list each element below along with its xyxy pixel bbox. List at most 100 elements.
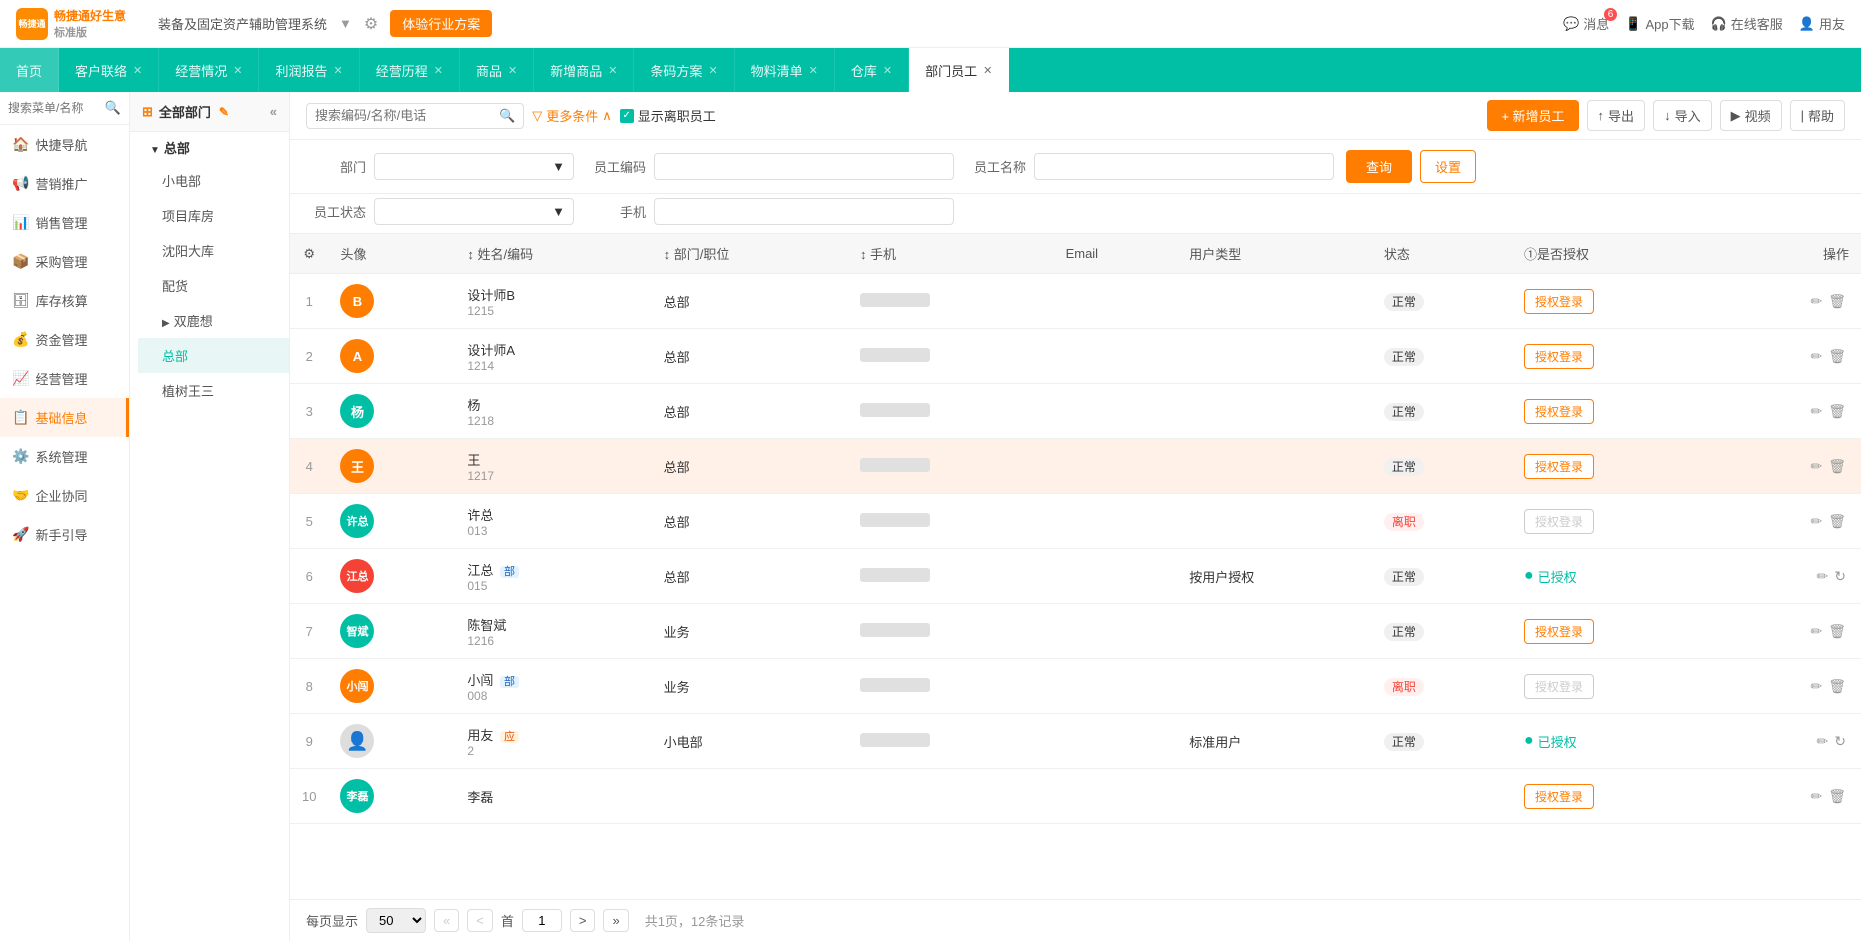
per-page-select[interactable]: 50 100 — [366, 908, 426, 933]
delete-icon[interactable]: 🗑 — [1828, 788, 1846, 804]
sidebar-item-inventory[interactable]: 🗄 库存核算 — [0, 281, 129, 320]
message-btn[interactable]: 💬 消息 6 — [1563, 14, 1609, 33]
dept-item-hq[interactable]: 总部 — [138, 338, 289, 373]
page-input[interactable] — [522, 909, 562, 932]
edit-icon[interactable]: ✏ — [1810, 623, 1822, 639]
reset-btn[interactable]: 设置 — [1420, 150, 1476, 183]
nav-item-journey[interactable]: 经营历程✕ — [360, 48, 460, 92]
delete-icon[interactable]: 🗑 — [1828, 403, 1846, 419]
show-resigned-toggle[interactable]: ✓ 显示离职员工 — [620, 106, 716, 125]
row-phone — [848, 549, 1054, 604]
edit-icon[interactable]: ✏ — [1810, 458, 1822, 474]
trial-btn[interactable]: 体验行业方案 — [390, 10, 492, 37]
sidebar-item-purchase[interactable]: 📦 采购管理 — [0, 242, 129, 281]
auth-btn[interactable]: 授权登录 — [1524, 454, 1594, 479]
emp-name-input[interactable] — [1034, 153, 1334, 180]
edit-icon[interactable]: ✏ — [1817, 568, 1829, 584]
delete-icon[interactable]: 🗑 — [1828, 513, 1846, 529]
sidebar-item-nav[interactable]: 🏠 快捷导航 — [0, 125, 129, 164]
sidebar-search-input[interactable] — [8, 101, 101, 115]
edit-icon[interactable]: ✏ — [1810, 788, 1822, 804]
nav-item-warehouse[interactable]: 仓库✕ — [835, 48, 909, 92]
sidebar-item-collab[interactable]: 🤝 企业协同 — [0, 476, 129, 515]
row-ops: ✏↻ — [1718, 549, 1861, 604]
nav-item-barcode[interactable]: 条码方案✕ — [634, 48, 734, 92]
app-download-btn[interactable]: 📱 App下载 — [1625, 14, 1694, 33]
user-btn[interactable]: 👤 用友 — [1799, 14, 1845, 33]
auth-btn[interactable]: 授权登录 — [1524, 674, 1594, 699]
dept-item-small-elec[interactable]: 小电部 — [138, 163, 289, 198]
first-page-btn[interactable]: « — [434, 909, 459, 932]
sidebar-item-system[interactable]: ⚙️ 系统管理 — [0, 437, 129, 476]
edit-icon[interactable]: ✏ — [1810, 513, 1822, 529]
col-phone[interactable]: ↕ 手机 — [848, 234, 1054, 274]
delete-icon[interactable]: 🗑 — [1828, 348, 1846, 364]
row-user-type — [1177, 494, 1372, 549]
delete-icon[interactable]: 🗑 — [1828, 458, 1846, 474]
col-dept[interactable]: ↕ 部门/职位 — [652, 234, 848, 274]
nav-item-home[interactable]: 首页 — [0, 48, 59, 92]
avatar: A — [340, 339, 374, 373]
delete-icon[interactable]: 🗑 — [1828, 623, 1846, 639]
more-filter-btn[interactable]: ▽ 更多条件 ∧ — [532, 106, 612, 125]
search-input[interactable] — [315, 108, 495, 123]
edit-icon[interactable]: ✏ — [1810, 293, 1822, 309]
search-icon[interactable]: 🔍 — [499, 108, 515, 124]
next-page-btn[interactable]: > — [570, 909, 596, 932]
dept-item-plant[interactable]: 植树王三 — [138, 373, 289, 408]
nav-item-operation[interactable]: 经营情况✕ — [159, 48, 259, 92]
delete-icon[interactable]: 🗑 — [1828, 678, 1846, 694]
row-ops: ✏🗑 — [1718, 604, 1861, 659]
col-settings[interactable]: ⚙ — [290, 234, 328, 274]
auth-btn[interactable]: 授权登录 — [1524, 399, 1594, 424]
dept-item-project[interactable]: 项目库房 — [138, 198, 289, 233]
nav-item-goods[interactable]: 商品✕ — [460, 48, 534, 92]
edit-icon[interactable]: ✏ — [1810, 403, 1822, 419]
phone-input[interactable] — [654, 198, 954, 225]
dept-item-shuanglu[interactable]: ▶双鹿想 — [138, 303, 289, 338]
sidebar-item-basic[interactable]: 📋 基础信息 — [0, 398, 129, 437]
sidebar-item-guide[interactable]: 🚀 新手引导 — [0, 515, 129, 554]
sidebar-item-finance[interactable]: 💰 资金管理 — [0, 320, 129, 359]
auth-btn[interactable]: 授权登录 — [1524, 344, 1594, 369]
dept-select[interactable]: ▼ — [374, 153, 574, 180]
add-employee-btn[interactable]: + 新增员工 — [1487, 100, 1578, 131]
settings-icon[interactable]: ⚙ — [364, 14, 378, 34]
nav-item-crm[interactable]: 客户联络✕ — [59, 48, 159, 92]
online-service-btn[interactable]: 🎧 在线客服 — [1711, 14, 1783, 33]
dept-item-shenyang[interactable]: 沈阳大库 — [138, 233, 289, 268]
prev-page-btn[interactable]: < — [467, 909, 493, 932]
dropdown-icon[interactable]: ▼ — [339, 16, 352, 31]
auth-btn[interactable]: 授权登录 — [1524, 289, 1594, 314]
dept-item-dispatch[interactable]: 配货 — [138, 268, 289, 303]
import-btn[interactable]: ↓ 导入 — [1653, 100, 1712, 131]
edit-icon[interactable]: ✏ — [1810, 348, 1822, 364]
sidebar-item-marketing[interactable]: 📢 营销推广 — [0, 164, 129, 203]
collapse-tree-icon[interactable]: « — [270, 104, 277, 119]
help-btn[interactable]: | 帮助 — [1790, 100, 1845, 131]
edit-icon[interactable]: ✏ — [1810, 678, 1822, 694]
auth-btn[interactable]: 授权登录 — [1524, 619, 1594, 644]
last-page-btn[interactable]: » — [603, 909, 628, 932]
nav-item-profit[interactable]: 利润报告✕ — [259, 48, 359, 92]
nav-item-bom[interactable]: 物料清单✕ — [735, 48, 835, 92]
export-btn[interactable]: ↑ 导出 — [1587, 100, 1646, 131]
nav-item-add-goods[interactable]: 新增商品✕ — [534, 48, 634, 92]
sidebar-search-icon[interactable]: 🔍 — [105, 100, 121, 116]
emp-status-select[interactable]: ▼ — [374, 198, 574, 225]
edit-dept-icon[interactable]: ✎ — [219, 105, 229, 119]
refresh-icon[interactable]: ↻ — [1834, 733, 1846, 749]
delete-icon[interactable]: 🗑 — [1828, 293, 1846, 309]
dept-group-title[interactable]: ▼总部 — [138, 132, 289, 163]
sidebar-item-operation[interactable]: 📈 经营管理 — [0, 359, 129, 398]
nav-item-dept[interactable]: 部门员工✕ — [909, 48, 1009, 92]
query-btn[interactable]: 查询 — [1346, 150, 1412, 183]
col-name[interactable]: ↕ 姓名/编码 — [455, 234, 651, 274]
edit-icon[interactable]: ✏ — [1817, 733, 1829, 749]
view-btn[interactable]: ▶ 视频 — [1720, 100, 1782, 131]
refresh-icon[interactable]: ↻ — [1834, 568, 1846, 584]
emp-code-input[interactable] — [654, 153, 954, 180]
sidebar-item-sales[interactable]: 📊 销售管理 — [0, 203, 129, 242]
auth-btn[interactable]: 授权登录 — [1524, 784, 1594, 809]
auth-btn[interactable]: 授权登录 — [1524, 509, 1594, 534]
